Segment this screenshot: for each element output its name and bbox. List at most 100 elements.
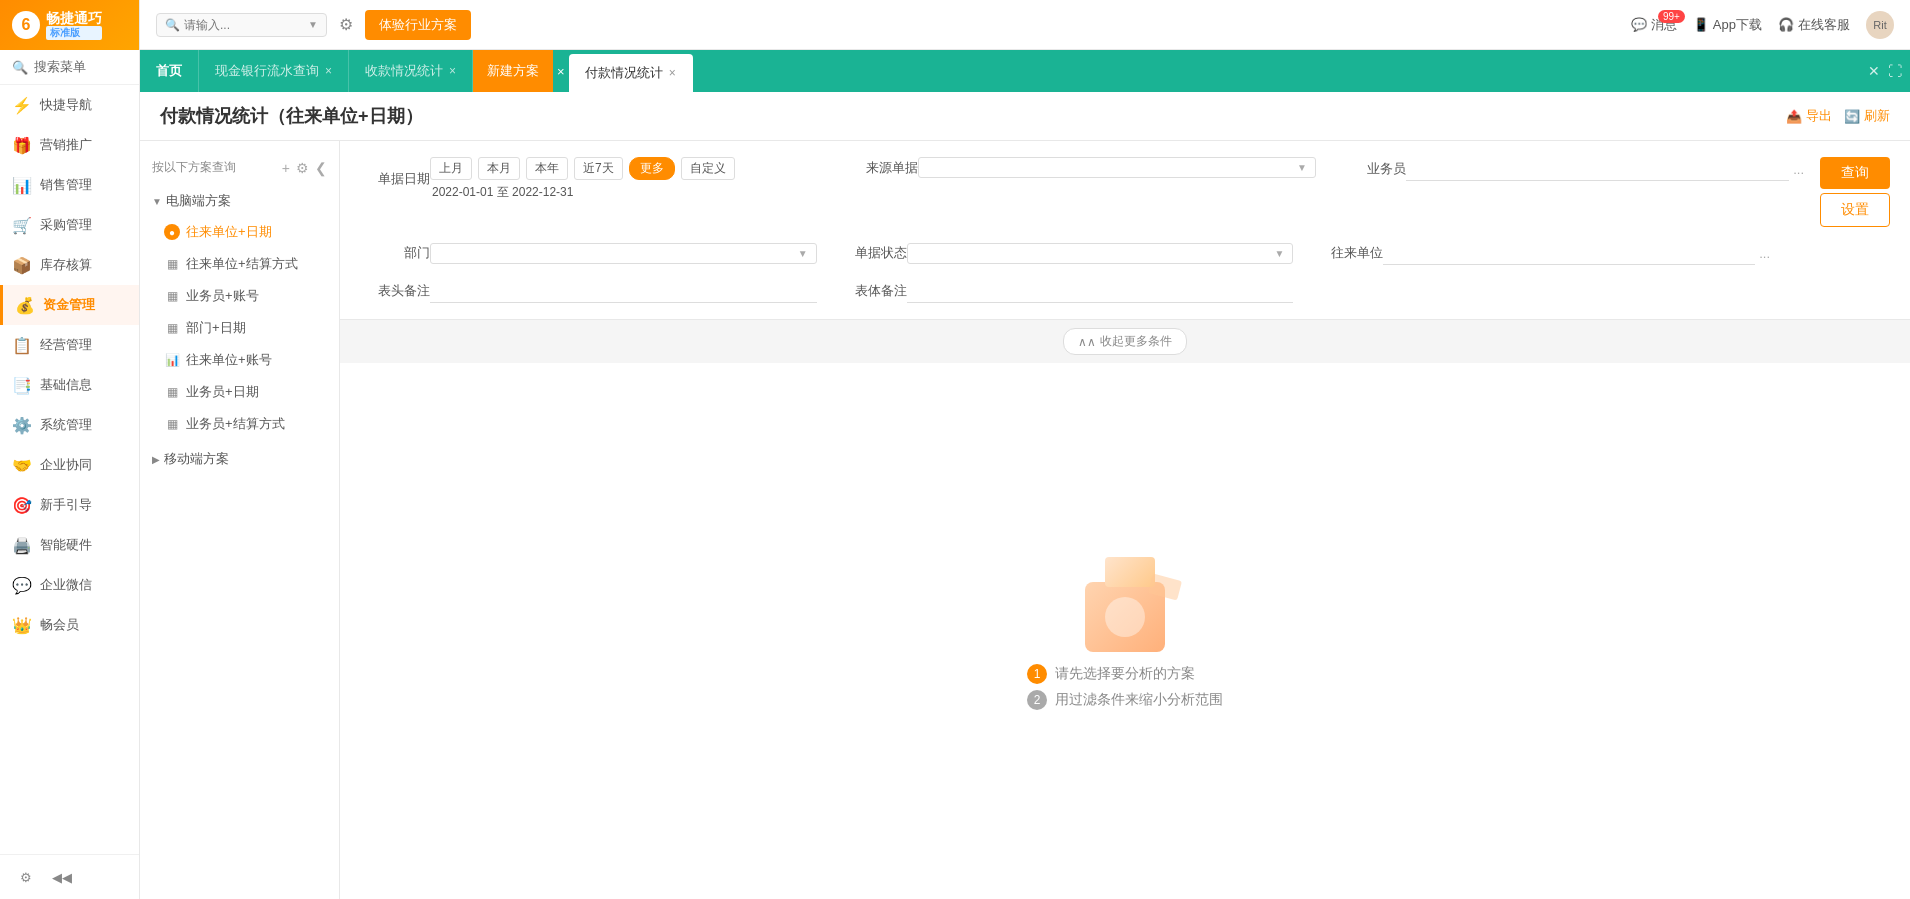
left-panel-add-icon[interactable]: + [282,160,290,176]
filter-area: 单据日期 上月 本月 本年 近7天 更多 自定义 20 [340,141,1910,320]
voucher-status-select[interactable]: ▼ [907,243,1294,264]
scheme-item-partner-account[interactable]: 📊 往来单位+账号 [140,344,339,376]
sidebar-item-quick-nav[interactable]: ⚡ 快捷导航 [0,85,139,125]
tabs-close-icon[interactable]: ✕ [1868,63,1880,79]
step2-num: 2 [1027,690,1047,710]
sidebar-item-system[interactable]: ⚙️ 系统管理 [0,405,139,445]
sidebar-collapse-btn[interactable]: ◀◀ [48,863,76,891]
tab-bank-flow[interactable]: 现金银行流水查询 × [199,50,349,92]
desktop-scheme-group: ▼ 电脑端方案 ● 往来单位+日期 ▦ 往来单位+结算方式 ▦ 业务员+账号 [140,186,339,440]
sidebar-item-finance[interactable]: 💰 资金管理 [0,285,139,325]
tab-bank-flow-close-icon[interactable]: × [325,64,332,78]
sidebar-item-marketing[interactable]: 🎁 营销推广 [0,125,139,165]
tabs-bar: 首页 现金银行流水查询 × 收款情况统计 × 新建方案 × 付款情况统计 × ✕… [140,50,1910,92]
body-remark-input[interactable] [907,279,1294,303]
sidebar-item-inventory[interactable]: 📦 库存核算 [0,245,139,285]
scheme-item-staff-date[interactable]: ▦ 业务员+日期 [140,376,339,408]
scheme-item-partner-settlement[interactable]: ▦ 往来单位+结算方式 [140,248,339,280]
sidebar-item-operations[interactable]: 📋 经营管理 [0,325,139,365]
mobile-group-expand-icon: ▶ [152,454,160,465]
mobile-group-label: 移动端方案 [164,450,229,468]
source-select[interactable]: ▼ [918,157,1316,178]
export-btn[interactable]: 📤 导出 [1786,107,1832,125]
new-scheme-tab[interactable]: 新建方案 [473,50,553,92]
tabs-right: ✕ ⛶ [1860,50,1910,92]
date-btn-more[interactable]: 更多 [629,157,675,180]
sidebar-item-sales[interactable]: 📊 销售管理 [0,165,139,205]
scheme-item-staff-settlement[interactable]: ▦ 业务员+结算方式 [140,408,339,440]
sidebar-item-guide[interactable]: 🎯 新手引导 [0,485,139,525]
page-title: 付款情况统计（往来单位+日期） [160,104,423,128]
staff-label: 业务员 [1336,160,1406,178]
sidebar-item-cooperation[interactable]: 🤝 企业协同 [0,445,139,485]
partner-dots-icon[interactable]: ... [1759,246,1770,261]
empty-text-group: 1 请先选择要分析的方案 2 用过滤条件来缩小分析范围 [1027,664,1223,710]
scheme-item-staff-settlement-label: 业务员+结算方式 [186,415,285,433]
header-search-input[interactable] [184,18,304,32]
collapse-conditions-btn[interactable]: ∧∧ 收起更多条件 [1063,328,1187,355]
header-search-box[interactable]: 🔍 ▼ [156,13,327,37]
content-body: 按以下方案查询 + ⚙ ❮ ▼ 电脑端方案 ● 往来单位+日期 [140,141,1910,899]
mobile-group-title[interactable]: ▶ 移动端方案 [140,444,339,474]
tabs-expand-icon[interactable]: ⛶ [1888,63,1902,79]
date-btn-custom[interactable]: 自定义 [681,157,735,180]
query-btn[interactable]: 查询 [1820,157,1890,189]
header-app-download-btn[interactable]: 📱 App下载 [1693,16,1762,34]
refresh-btn[interactable]: 🔄 刷新 [1844,107,1890,125]
date-range-text: 2022-01-01 至 2022-12-31 [430,184,735,201]
date-btn-this-month[interactable]: 本月 [478,157,520,180]
left-panel-settings-icon[interactable]: ⚙ [296,160,309,176]
sidebar-item-weixin[interactable]: 💬 企业微信 [0,565,139,605]
logo-name: 畅捷通巧 [46,10,102,27]
desktop-group-expand-icon: ▼ [152,196,162,207]
desktop-group-title[interactable]: ▼ 电脑端方案 [140,186,339,216]
collapse-bar: ∧∧ 收起更多条件 [340,320,1910,363]
header-right: 💬 消息 99+ 📱 App下载 🎧 在线客服 Rit [1631,11,1894,39]
sidebar-search[interactable]: 🔍 搜索菜单 [0,50,139,85]
empty-step-2: 2 用过滤条件来缩小分析范围 [1027,690,1223,710]
left-panel: 按以下方案查询 + ⚙ ❮ ▼ 电脑端方案 ● 往来单位+日期 [140,141,340,899]
sidebar-item-smart-hw[interactable]: 🖨️ 智能硬件 [0,525,139,565]
date-btn-last-month[interactable]: 上月 [430,157,472,180]
tab-collection-stats-close-icon[interactable]: × [449,64,456,78]
scheme-item-staff-account[interactable]: ▦ 业务员+账号 [140,280,339,312]
tab-payment-stats-label: 付款情况统计 [585,64,663,82]
scheme-item-partner-date-label: 往来单位+日期 [186,223,272,241]
set-btn[interactable]: 设置 [1820,193,1890,227]
left-panel-collapse-icon[interactable]: ❮ [315,160,327,176]
tab-home-label: 首页 [156,62,182,80]
tab-home[interactable]: 首页 [140,50,199,92]
header-remark-input[interactable] [430,279,817,303]
sidebar-item-label: 采购管理 [40,216,92,234]
dept-select[interactable]: ▼ [430,243,817,264]
header-messages-btn[interactable]: 💬 消息 99+ [1631,16,1677,34]
trial-btn[interactable]: 体验行业方案 [365,10,471,40]
avatar[interactable]: Rit [1866,11,1894,39]
quick-nav-icon: ⚡ [12,95,32,115]
sidebar-item-purchase[interactable]: 🛒 采购管理 [0,205,139,245]
tab-collection-stats[interactable]: 收款情况统计 × [349,50,473,92]
export-icon: 📤 [1786,109,1802,124]
header-online-service-btn[interactable]: 🎧 在线客服 [1778,16,1850,34]
tab-payment-stats-close-icon[interactable]: × [669,66,676,80]
step2-text: 用过滤条件来缩小分析范围 [1055,691,1223,709]
date-btn-this-year[interactable]: 本年 [526,157,568,180]
sidebar-settings-btn[interactable]: ⚙ [12,863,40,891]
new-scheme-close-icon[interactable]: × [553,50,569,92]
scheme-item-staff-date-icon: ▦ [164,384,180,400]
tab-payment-stats[interactable]: 付款情况统计 × [569,54,693,92]
sidebar-item-basic-info[interactable]: 📑 基础信息 [0,365,139,405]
date-btn-last-7days[interactable]: 近7天 [574,157,623,180]
scheme-item-dept-date[interactable]: ▦ 部门+日期 [140,312,339,344]
scheme-item-partner-date[interactable]: ● 往来单位+日期 [140,216,339,248]
app-logo: 6 畅捷通巧 标准版 [0,0,139,50]
header-gear-icon[interactable]: ⚙ [339,15,353,34]
sidebar-item-label: 资金管理 [43,296,95,314]
message-icon: 💬 [1631,17,1647,32]
desktop-group-label: 电脑端方案 [166,192,231,210]
collapse-label: 收起更多条件 [1100,333,1172,350]
partner-input[interactable] [1383,241,1755,265]
sidebar-item-vip[interactable]: 👑 畅会员 [0,605,139,645]
staff-input[interactable] [1406,157,1789,181]
staff-dots-icon[interactable]: ... [1793,162,1804,177]
